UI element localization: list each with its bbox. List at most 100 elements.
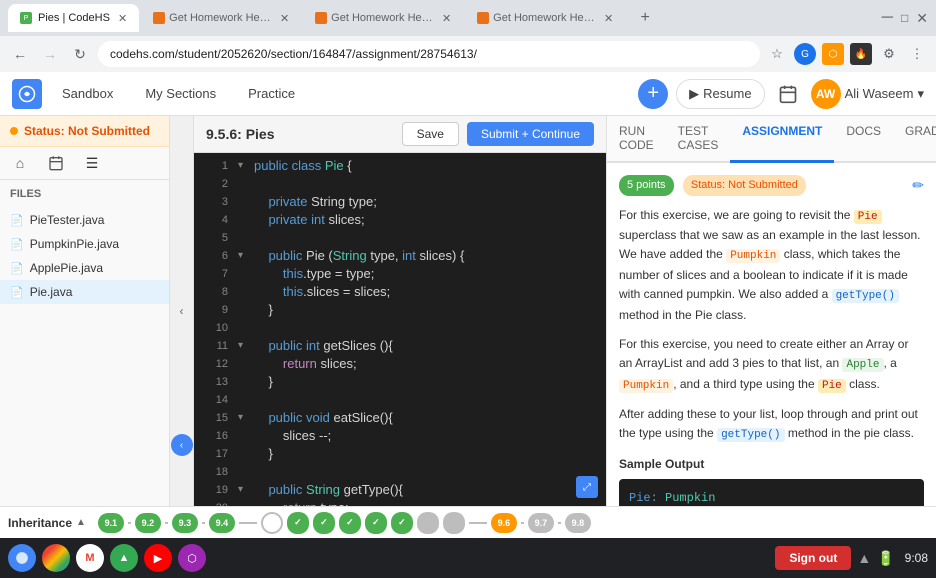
lesson-sep-2	[165, 522, 168, 524]
file-icon-1: 📄	[10, 214, 24, 227]
tab-grade[interactable]: GRADE	[893, 116, 936, 163]
editor-area: 9.5.6: Pies Save Submit + Continue 1 ▾ p…	[194, 116, 606, 506]
close-icon[interactable]: ✕	[916, 10, 928, 27]
expand-floating-btn[interactable]: ‹	[171, 434, 193, 456]
extension-icon-2[interactable]: 🔥	[850, 43, 872, 65]
back-button[interactable]: ←	[8, 42, 32, 66]
home-icon[interactable]: ⌂	[10, 153, 30, 173]
sample-value-1: Pumpkin	[665, 491, 715, 505]
lesson-btn-r3[interactable]: ✓	[313, 512, 335, 534]
my-sections-nav[interactable]: My Sections	[133, 80, 228, 107]
tab-close-3[interactable]: ✕	[442, 12, 451, 25]
lesson-sep-1	[128, 522, 131, 524]
submit-button[interactable]: Submit + Continue	[467, 122, 594, 146]
tab-label-2: Get Homework Help With Cheg...	[169, 12, 272, 24]
tab-test-cases[interactable]: TEST CASES	[666, 116, 731, 163]
sample-output-section: Sample Output Pie: Pumpkin Pie: Apple Pi…	[619, 455, 924, 506]
right-panel: RUN CODE TEST CASES ASSIGNMENT DOCS GRAD…	[606, 116, 936, 506]
pumpkin-class-inline: Pumpkin	[726, 249, 780, 263]
taskbar-wifi-icon: ▲	[857, 550, 871, 566]
user-menu[interactable]: AW Ali Waseem ▾	[811, 79, 924, 109]
lesson-btn-r7[interactable]	[417, 512, 439, 534]
save-button[interactable]: Save	[402, 122, 459, 146]
tab-add-button[interactable]: +	[631, 4, 659, 32]
taskbar-start-btn[interactable]	[8, 544, 36, 572]
lesson-btn-92[interactable]: 9.2	[135, 513, 161, 533]
lesson-btn-93[interactable]: 9.3	[172, 513, 198, 533]
tab-docs[interactable]: DOCS	[834, 116, 893, 163]
extension-icon-3[interactable]: ⚙	[878, 43, 900, 65]
file-icon-4: 📄	[10, 286, 24, 299]
tab-3[interactable]: Get Homework Help With Cheg... ✕	[303, 4, 463, 32]
file-item-pumpkinpie[interactable]: 📄 PumpkinPie.java	[0, 232, 169, 256]
restore-icon[interactable]: □	[901, 11, 908, 25]
lesson-sep-3	[202, 522, 205, 524]
file-name-4: Pie.java	[30, 285, 73, 299]
address-input[interactable]	[98, 41, 760, 67]
reload-button[interactable]: ↻	[68, 42, 92, 66]
taskbar-youtube-icon[interactable]: ▶	[144, 544, 172, 572]
tab-close-4[interactable]: ✕	[604, 12, 613, 25]
profile-icon[interactable]: G	[794, 43, 816, 65]
edit-icon[interactable]: ✏	[912, 175, 924, 196]
code-line-12: 12 return slices;	[194, 355, 606, 373]
code-line-6: 6 ▾ public Pie (String type, int slices)…	[194, 247, 606, 265]
tab-2[interactable]: Get Homework Help With Cheg... ✕	[141, 4, 301, 32]
taskbar-chrome-icon[interactable]	[42, 544, 70, 572]
tab-active[interactable]: P Pies | CodeHS ✕	[8, 4, 139, 32]
lesson-btn-r6[interactable]: ✓	[391, 512, 413, 534]
lesson-btn-98[interactable]: 9.8	[565, 513, 591, 533]
lesson-btn-r4[interactable]: ✓	[339, 512, 361, 534]
lesson-btn-91[interactable]: 9.1	[98, 513, 124, 533]
left-sidebar: Status: Not Submitted ⌂ ☰ FILES 📄 PieTes…	[0, 116, 170, 506]
tab-4[interactable]: Get Homework Help With Cheg... ✕	[465, 4, 625, 32]
lesson-sep-4	[239, 522, 257, 524]
sidebar-collapse-btn[interactable]: ‹ ‹	[170, 116, 194, 506]
lesson-btn-r2[interactable]: ✓	[287, 512, 309, 534]
bookmark-icon[interactable]: ☆	[766, 43, 788, 65]
sample-line-1: Pie: Pumpkin	[629, 489, 914, 506]
lesson-btn-r8[interactable]	[443, 512, 465, 534]
section-title: Inheritance	[8, 516, 72, 530]
lesson-btn-96[interactable]: 9.6	[491, 513, 517, 533]
lesson-btn-97[interactable]: 9.7	[528, 513, 554, 533]
sandbox-nav[interactable]: Sandbox	[50, 80, 125, 107]
app-logo[interactable]	[12, 79, 42, 109]
calendar-sidebar-icon[interactable]	[46, 153, 66, 173]
taskbar-drive-icon[interactable]: ▲	[110, 544, 138, 572]
sidebar-icons-row: ⌂ ☰	[0, 147, 169, 180]
code-line-17: 17 }	[194, 445, 606, 463]
tab-close-active[interactable]: ✕	[118, 12, 127, 25]
forward-button[interactable]: →	[38, 42, 62, 66]
practice-nav[interactable]: Practice	[236, 80, 307, 107]
taskbar-gmail-icon[interactable]: M	[76, 544, 104, 572]
lesson-btn-r5[interactable]: ✓	[365, 512, 387, 534]
minimize-icon[interactable]: ─	[882, 9, 893, 27]
calendar-button[interactable]	[773, 79, 803, 109]
lesson-btn-94[interactable]: 9.4	[209, 513, 235, 533]
tab-assignment[interactable]: ASSIGNMENT	[730, 116, 834, 163]
file-item-pietester[interactable]: 📄 PieTester.java	[0, 208, 169, 232]
menu-icon[interactable]: ⋮	[906, 43, 928, 65]
fullscreen-button[interactable]: ⤢	[576, 476, 598, 498]
panel-tabs-bar: RUN CODE TEST CASES ASSIGNMENT DOCS GRAD…	[607, 116, 936, 163]
status-bar: Status: Not Submitted	[0, 116, 169, 147]
taskbar-photos-icon[interactable]: ⬡	[178, 544, 206, 572]
section-collapse-btn[interactable]: Inheritance ▲	[8, 516, 86, 530]
user-dropdown-icon: ▾	[917, 86, 924, 102]
list-icon[interactable]: ☰	[82, 153, 102, 173]
resume-button[interactable]: ▶ Resume	[676, 79, 764, 109]
sign-out-button[interactable]: Sign out	[775, 546, 851, 570]
lesson-btn-r1[interactable]	[261, 512, 283, 534]
file-item-pie[interactable]: 📄 Pie.java	[0, 280, 169, 304]
code-line-11: 11 ▾ public int getSlices (){	[194, 337, 606, 355]
status-label: Status: Not Submitted	[24, 124, 150, 138]
tab-close-2[interactable]: ✕	[280, 12, 289, 25]
file-item-applepie[interactable]: 📄 ApplePie.java	[0, 256, 169, 280]
section-chevron-icon: ▲	[76, 517, 86, 528]
tab-run-code[interactable]: RUN CODE	[607, 116, 666, 163]
code-line-5: 5	[194, 229, 606, 247]
assignment-content: 5 points Status: Not Submitted ✏ For thi…	[607, 163, 936, 506]
plus-button[interactable]: +	[638, 79, 668, 109]
extension-icon-1[interactable]: ⬡	[822, 43, 844, 65]
